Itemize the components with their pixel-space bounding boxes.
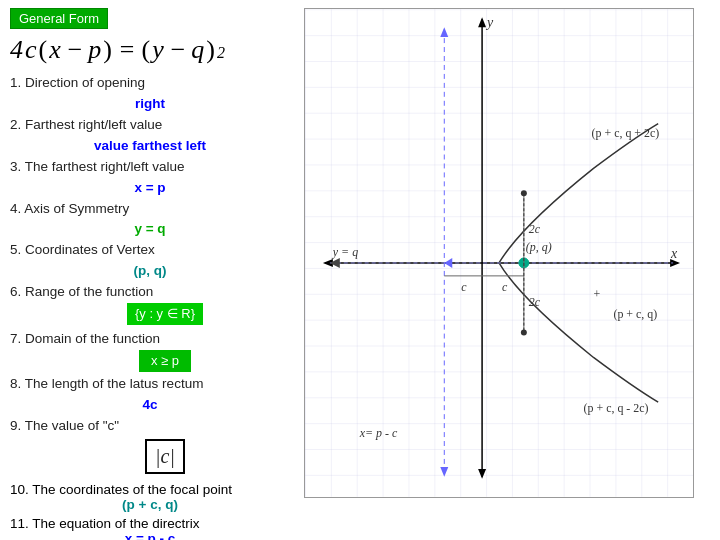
list-item-8: 8. The length of the latus rectum 4c xyxy=(10,374,290,416)
bottom-section: 10. The coordinates of the focal point (… xyxy=(10,482,290,540)
list-item-5: 5. Coordinates of Vertex (p, q) xyxy=(10,240,290,282)
svg-point-18 xyxy=(521,330,527,336)
list-item-9: 9. The value of "c" |c| xyxy=(10,416,290,474)
svg-point-17 xyxy=(521,190,527,196)
c-right-label: c xyxy=(502,280,508,294)
pc-q-2c-top-label: (p + c, q + 2c) xyxy=(592,126,660,140)
2c-bot-label: 2c xyxy=(529,295,541,309)
equation: 4 c ( x − p ) = ( y − q ) 2 xyxy=(10,35,290,65)
list-item-6: 6. Range of the function {y : y ∈ R} xyxy=(10,282,290,325)
right-panel: y x xyxy=(300,0,720,540)
graph-container: y x xyxy=(304,8,694,498)
items-list: 1. Direction of opening right 2. Farthes… xyxy=(10,73,290,474)
y-axis-label: y xyxy=(485,15,494,30)
list-item-1: 1. Direction of opening right xyxy=(10,73,290,115)
pc-q-neg2c-label: (p + c, q - 2c) xyxy=(584,401,649,415)
2c-top-label: 2c xyxy=(529,222,541,236)
xeqpc-label: x= p - c xyxy=(359,426,398,440)
bottom-item-11: 11. The equation of the directrix x = p … xyxy=(10,516,290,540)
general-form-badge: General Form xyxy=(10,8,108,29)
bottom-item-10: 10. The coordinates of the focal point (… xyxy=(10,482,290,512)
svg-rect-0 xyxy=(305,9,693,496)
list-item-2: 2. Farthest right/left value value farth… xyxy=(10,115,290,157)
list-item-3: 3. The farthest right/left value x = p xyxy=(10,157,290,199)
c-left-label: c xyxy=(461,280,467,294)
x-axis-label: x xyxy=(670,246,678,261)
plus-sign-label: + xyxy=(594,287,601,301)
pc-q-right-label: (p + c, q) xyxy=(613,307,657,321)
list-item-7: 7. Domain of the function x ≥ p xyxy=(10,329,290,372)
pq-graph-label: (p, q) xyxy=(526,240,552,254)
left-panel: General Form 4 c ( x − p ) = ( y − q ) 2… xyxy=(0,0,300,540)
yq-graph-label: y = q xyxy=(332,245,358,259)
list-item-4: 4. Axis of Symmetry y = q xyxy=(10,199,290,241)
